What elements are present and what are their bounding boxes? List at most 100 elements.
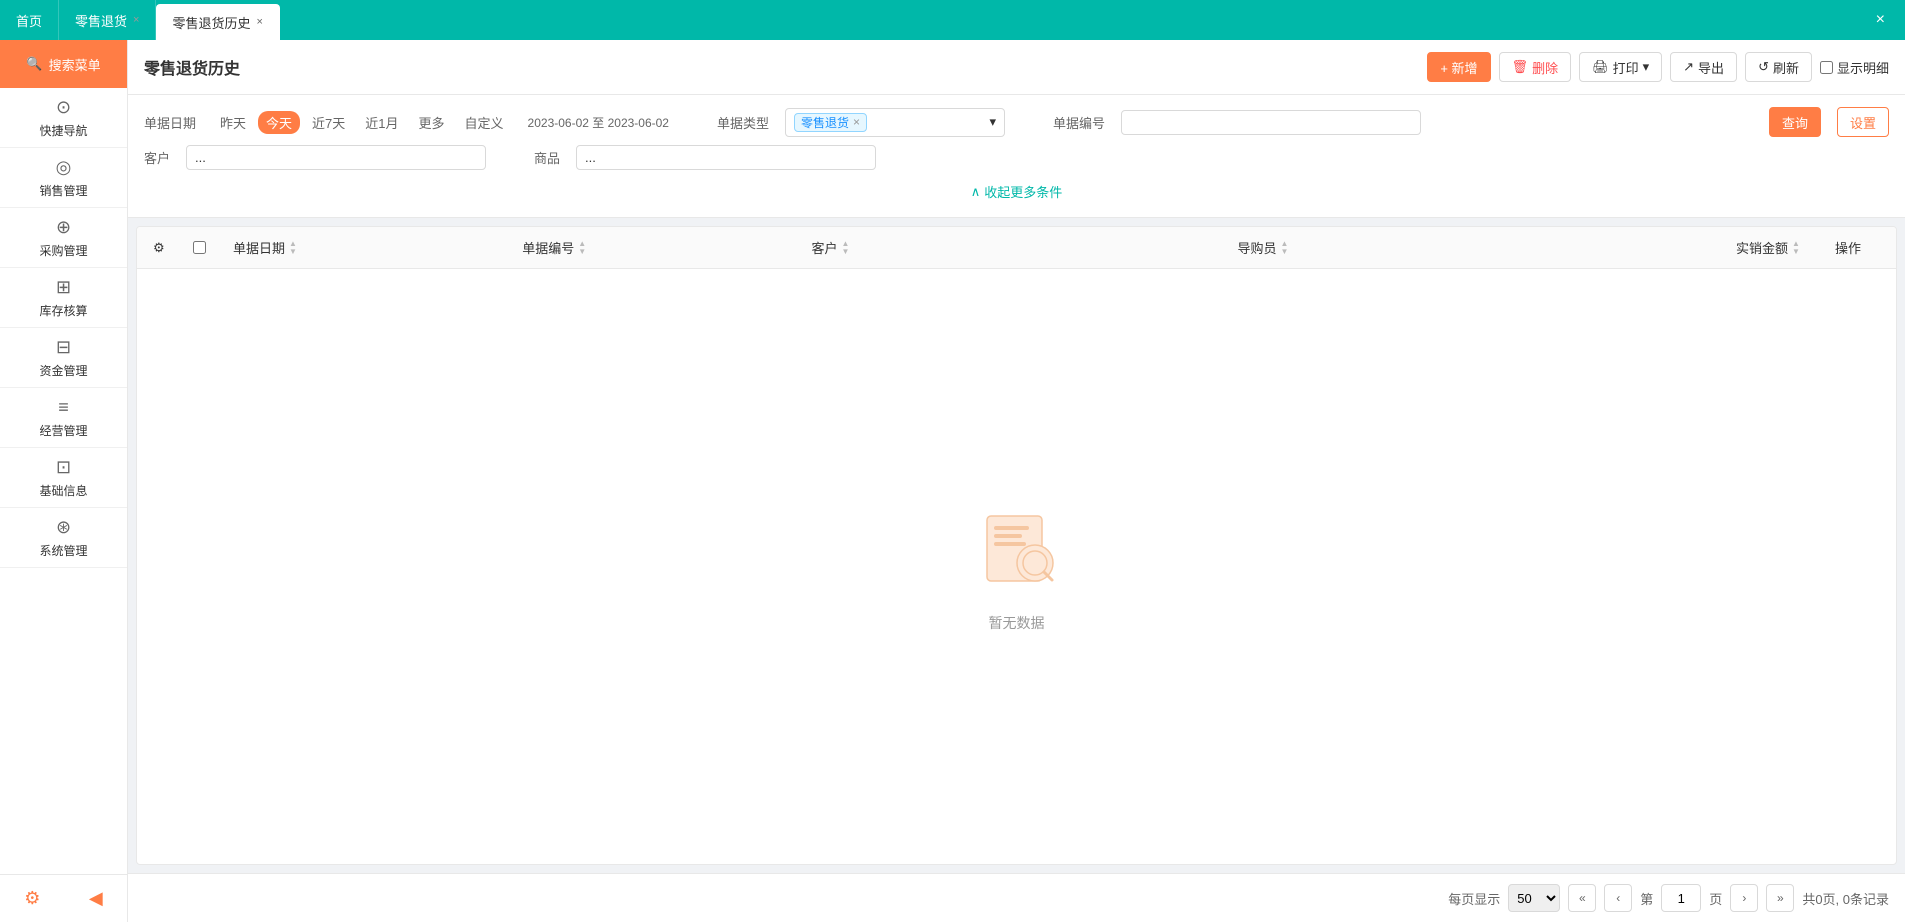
date-btn-more[interactable]: 更多 — [411, 111, 453, 134]
inventory-icon: ⊞ — [56, 277, 71, 298]
show-detail-label: 显示明细 — [1837, 58, 1889, 77]
date-btn-yesterday[interactable]: 昨天 — [212, 111, 254, 134]
settings-icon[interactable]: ⚙ — [24, 888, 40, 909]
th-checkbox[interactable] — [185, 241, 225, 254]
page-number-input[interactable] — [1661, 884, 1701, 912]
collapse-sidebar-icon[interactable]: ◀ — [89, 888, 103, 909]
customer-sort-arrows[interactable]: ▲ ▼ — [842, 240, 850, 256]
customer-sort-down-icon: ▼ — [842, 248, 850, 256]
print-button[interactable]: 🖨 打印 ▾ — [1579, 52, 1662, 82]
sidebar-item-operation-label: 经营管理 — [39, 422, 87, 439]
tab-retail-return-history-close[interactable]: × — [256, 16, 262, 28]
first-page-button[interactable]: « — [1568, 884, 1596, 912]
sidebar-item-quick-nav[interactable]: ⊙ 快捷导航 — [0, 88, 127, 148]
page-title: 零售退货历史 — [144, 55, 240, 91]
doc-type-select[interactable]: 零售退货 × ▾ — [785, 108, 1005, 137]
collapse-row: ∧ 收起更多条件 — [144, 178, 1889, 205]
sidebar-item-operation[interactable]: ≡ 经营管理 — [0, 388, 127, 448]
refresh-button[interactable]: ↺ 刷新 — [1745, 52, 1812, 82]
table-header: ⚙ 单据日期 ▲ ▼ 单据编号 ▲ ▼ — [137, 227, 1896, 269]
date-btn-7days[interactable]: 近7天 — [304, 111, 353, 134]
sidebar-item-purchase-label: 采购管理 — [39, 242, 87, 259]
th-guide[interactable]: 导购员 ▲ ▼ — [1229, 238, 1518, 257]
select-all-checkbox[interactable] — [193, 241, 206, 254]
sidebar-item-system-mgmt[interactable]: ⊛ 系统管理 — [0, 508, 127, 568]
export-button[interactable]: ↗ 导出 — [1670, 52, 1737, 82]
settings-gear-icon[interactable]: ⚙ — [153, 240, 165, 256]
sidebar-item-finance-label: 资金管理 — [39, 362, 87, 379]
basic-info-icon: ⊡ — [56, 457, 71, 478]
sidebar-item-basic-info[interactable]: ⊡ 基础信息 — [0, 448, 127, 508]
show-detail-checkbox[interactable] — [1820, 61, 1833, 74]
date-range-display: 2023-06-02 至 2023-06-02 — [528, 114, 669, 131]
amount-sort-arrows[interactable]: ▲ ▼ — [1792, 240, 1800, 256]
per-page-select[interactable]: 10 20 50 100 — [1508, 884, 1560, 912]
prev-page-button[interactable]: ‹ — [1604, 884, 1632, 912]
doc-type-chip-remove[interactable]: × — [853, 115, 860, 129]
page-header: 零售退货历史 + 新增 🗑 删除 🖨 打印 ▾ ↗ 导出 — [128, 40, 1905, 95]
tab-retail-return[interactable]: 零售退货 × — [59, 0, 156, 40]
last-page-button[interactable]: » — [1766, 884, 1794, 912]
refresh-icon: ↺ — [1758, 59, 1769, 75]
sidebar-item-finance[interactable]: ⊟ 资金管理 — [0, 328, 127, 388]
finance-icon: ⊟ — [56, 337, 71, 358]
sn-sort-down-icon: ▼ — [578, 248, 586, 256]
sidebar-item-purchase-mgmt[interactable]: ⊕ 采购管理 — [0, 208, 127, 268]
th-customer[interactable]: 客户 ▲ ▼ — [804, 238, 1230, 257]
sn-sort-arrows[interactable]: ▲ ▼ — [578, 240, 586, 256]
collapse-chevron-icon: ∧ — [971, 184, 981, 200]
topbar-close-button[interactable]: × — [1876, 11, 1905, 29]
doc-type-chip: 零售退货 × — [794, 113, 867, 132]
empty-state: 暂无数据 — [137, 269, 1896, 864]
amount-sort-down-icon: ▼ — [1792, 248, 1800, 256]
show-detail-checkbox-label[interactable]: 显示明细 — [1820, 58, 1889, 77]
query-button[interactable]: 查询 — [1769, 107, 1821, 137]
tab-retail-return-history[interactable]: 零售退货历史 × — [156, 4, 279, 40]
guide-sort-arrows[interactable]: ▲ ▼ — [1280, 240, 1288, 256]
page-label: 第 — [1640, 889, 1653, 908]
search-icon: 🔍 — [26, 56, 42, 72]
sidebar-item-inventory[interactable]: ⊞ 库存核算 — [0, 268, 127, 328]
goods-select[interactable]: ... — [576, 145, 876, 170]
th-sn[interactable]: 单据编号 ▲ ▼ — [514, 238, 803, 257]
filter-row-2: 客户 ... 商品 ... — [144, 145, 1889, 170]
date-sort-arrows[interactable]: ▲ ▼ — [289, 240, 297, 256]
th-date-label: 单据日期 — [233, 238, 285, 257]
add-button-label: + 新增 — [1440, 58, 1477, 77]
tab-retail-return-close[interactable]: × — [133, 14, 139, 26]
next-page-button[interactable]: › — [1730, 884, 1758, 912]
tab-home[interactable]: 首页 — [0, 0, 59, 40]
date-btn-custom[interactable]: 自定义 — [457, 111, 512, 134]
filter-row-1: 单据日期 昨天 今天 近7天 近1月 更多 自定义 2023-06-02 至 2… — [144, 107, 1889, 137]
export-button-label: 导出 — [1698, 58, 1724, 77]
th-date[interactable]: 单据日期 ▲ ▼ — [225, 238, 514, 257]
date-btn-1month[interactable]: 近1月 — [357, 111, 406, 134]
date-btn-today[interactable]: 今天 — [258, 111, 300, 134]
tab-retail-return-history-label: 零售退货历史 — [172, 13, 250, 32]
settings-button[interactable]: 设置 — [1837, 107, 1889, 137]
customer-select[interactable]: ... — [186, 145, 486, 170]
per-page-label: 每页显示 — [1448, 889, 1500, 908]
sidebar-search[interactable]: 🔍 搜索菜单 — [0, 40, 127, 88]
sidebar-item-quick-nav-label: 快捷导航 — [39, 122, 87, 139]
system-icon: ⊛ — [56, 517, 71, 538]
th-settings[interactable]: ⚙ — [145, 240, 185, 256]
filter-area: 单据日期 昨天 今天 近7天 近1月 更多 自定义 2023-06-02 至 2… — [128, 95, 1905, 218]
th-ops-label: 操作 — [1835, 238, 1861, 257]
empty-illustration — [967, 501, 1067, 601]
sidebar-item-inventory-label: 库存核算 — [39, 302, 87, 319]
th-amount[interactable]: 实销金额 ▲ ▼ — [1519, 238, 1808, 257]
add-button[interactable]: + 新增 — [1427, 52, 1490, 82]
doc-no-input[interactable] — [1121, 110, 1421, 135]
delete-button[interactable]: 🗑 删除 — [1499, 52, 1572, 82]
sidebar-item-sales-label: 销售管理 — [39, 182, 87, 199]
tab-home-label: 首页 — [16, 11, 42, 30]
sidebar-item-sales-mgmt[interactable]: ◎ 销售管理 — [0, 148, 127, 208]
header-actions: + 新增 🗑 删除 🖨 打印 ▾ ↗ 导出 ↺ 刷新 — [1427, 52, 1889, 94]
sidebar-search-label: 搜索菜单 — [49, 55, 101, 74]
delete-button-label: 删除 — [1532, 58, 1558, 77]
goods-label: 商品 — [534, 148, 560, 167]
collapse-button[interactable]: ∧ 收起更多条件 — [971, 182, 1063, 201]
sort-down-icon: ▼ — [289, 248, 297, 256]
doc-type-selected-value: 零售退货 × — [794, 113, 867, 132]
